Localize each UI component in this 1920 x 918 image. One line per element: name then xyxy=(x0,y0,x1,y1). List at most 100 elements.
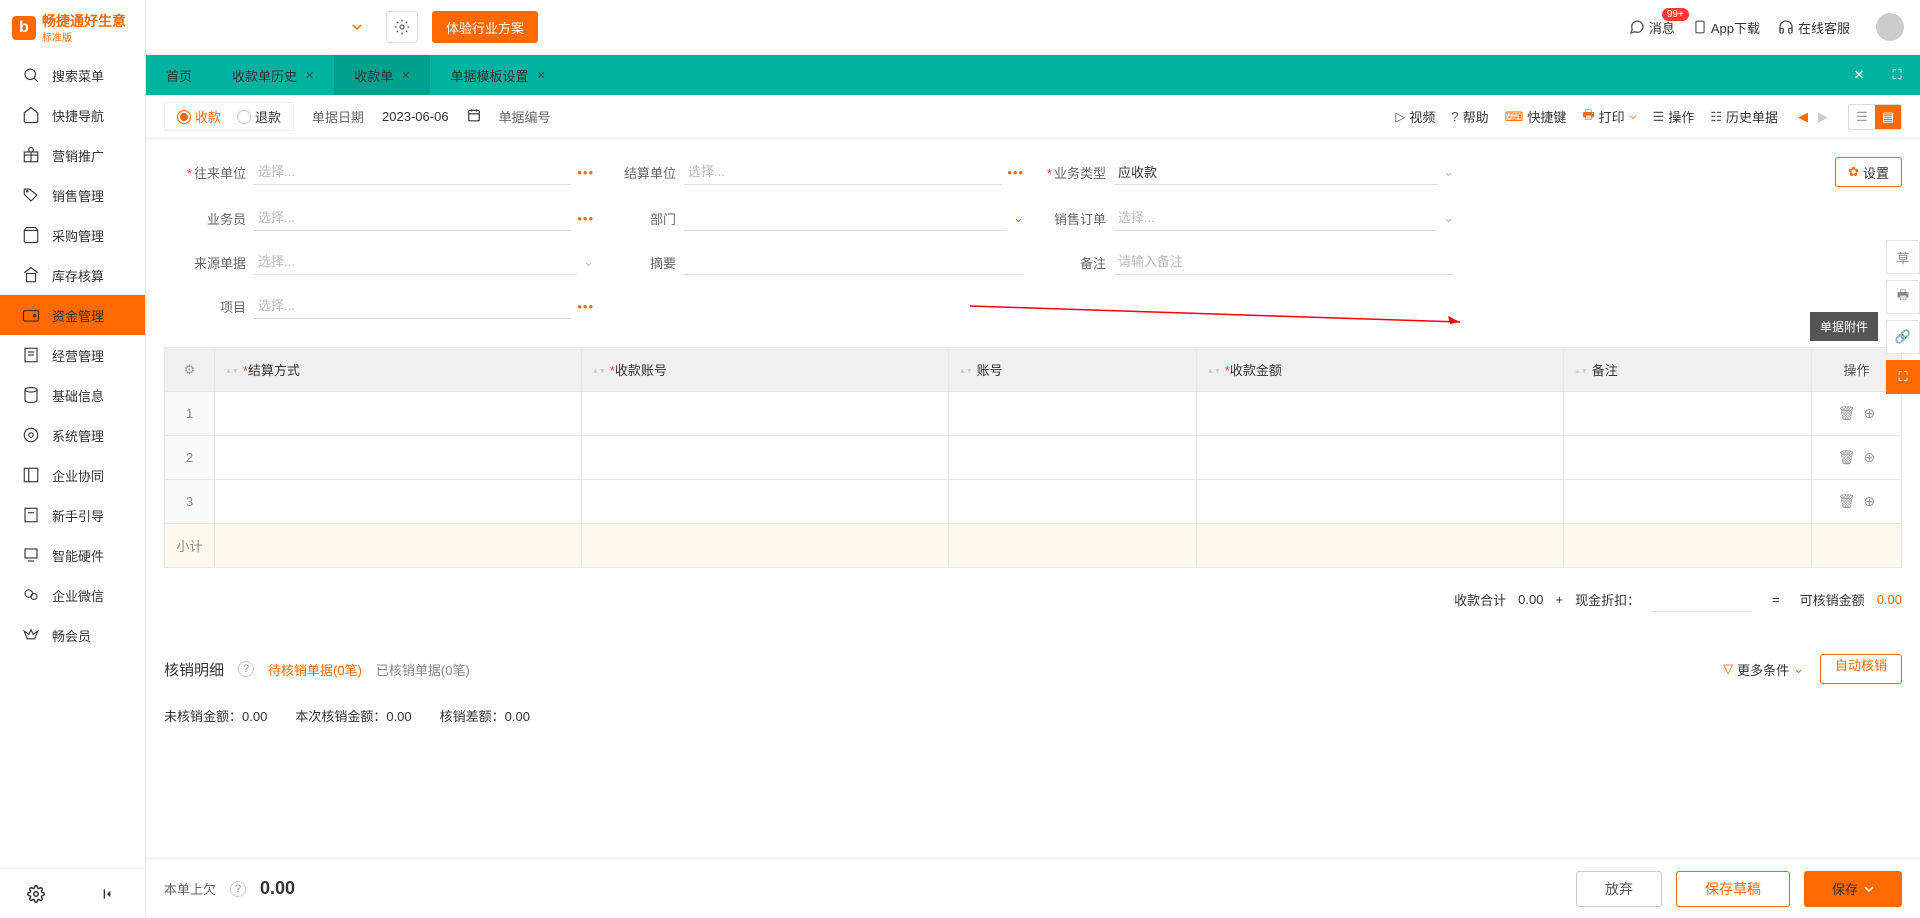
table-settings-icon[interactable]: ⚙ xyxy=(184,362,196,377)
add-row-icon[interactable]: ⊕ xyxy=(1864,449,1876,465)
project-more-icon[interactable]: ••• xyxy=(577,299,594,314)
hw-icon xyxy=(22,546,40,564)
summary-input[interactable] xyxy=(684,249,1024,275)
partner-more-icon[interactable]: ••• xyxy=(577,165,594,180)
close-all-tabs-icon[interactable]: ✕ xyxy=(1844,60,1874,90)
operate-button[interactable]: ☰ 操作 xyxy=(1653,107,1695,126)
brand-name: 畅捷通好生意 xyxy=(42,11,126,31)
save-button[interactable]: 保存 xyxy=(1804,871,1902,907)
sidebar-item-3[interactable]: 销售管理 xyxy=(0,175,145,215)
tab-1[interactable]: 收款单历史✕ xyxy=(212,55,334,95)
sidebar-item-8[interactable]: 基础信息 xyxy=(0,375,145,415)
save-draft-button[interactable]: 保存草稿 xyxy=(1676,871,1790,907)
radio-receipt[interactable]: 收款 xyxy=(177,107,221,126)
settings-gear-icon[interactable] xyxy=(26,884,46,904)
delete-row-icon[interactable]: 🗑 xyxy=(1838,493,1856,509)
col-acct[interactable]: ▲▼*收款账号 xyxy=(581,348,948,392)
messages-button[interactable]: 消息 99+ xyxy=(1629,18,1675,37)
date-value[interactable]: 2023-06-06 xyxy=(382,109,449,124)
docno-label: 单据编号 xyxy=(499,107,551,126)
dept-chevron-icon[interactable]: ⌄ xyxy=(1013,210,1024,226)
sidebar-item-14[interactable]: 畅会员 xyxy=(0,615,145,655)
user-avatar[interactable] xyxy=(1876,13,1904,41)
done-tab[interactable]: 已核销单据(0笔) xyxy=(376,660,470,679)
rail-attachment-icon[interactable]: 🔗 xyxy=(1886,320,1920,354)
sidebar-item-11[interactable]: 新手引导 xyxy=(0,495,145,535)
sidebar-item-10[interactable]: 企业协同 xyxy=(0,455,145,495)
col-amount[interactable]: ▲▼*收款金额 xyxy=(1196,348,1563,392)
try-industry-button[interactable]: 体验行业方案 xyxy=(432,11,538,43)
sidebar-item-1[interactable]: 快捷导航 xyxy=(0,95,145,135)
discount-input[interactable] xyxy=(1652,586,1752,612)
calendar-icon[interactable] xyxy=(467,108,481,125)
history-button[interactable]: ☷ 历史单据 xyxy=(1710,107,1778,126)
col-number[interactable]: ▲▼账号 xyxy=(948,348,1196,392)
shortcut-button[interactable]: ⌨ 快捷键 xyxy=(1505,107,1567,126)
sidebar-item-6[interactable]: 资金管理 xyxy=(0,295,145,335)
tab-0[interactable]: 首页 xyxy=(146,55,212,95)
sidebar-item-7[interactable]: 经营管理 xyxy=(0,335,145,375)
owed-help-icon[interactable]: ? xyxy=(230,881,246,897)
discard-button[interactable]: 放弃 xyxy=(1576,871,1662,907)
order-input[interactable] xyxy=(1114,205,1437,231)
sidebar-item-13[interactable]: 企业微信 xyxy=(0,575,145,615)
help-button[interactable]: ? 帮助 xyxy=(1451,107,1488,126)
project-input[interactable] xyxy=(254,293,571,319)
settle-input[interactable] xyxy=(684,159,1001,185)
partner-input[interactable] xyxy=(254,159,571,185)
view-list-icon[interactable]: ☰ xyxy=(1849,105,1875,129)
delete-row-icon[interactable]: 🗑 xyxy=(1838,449,1856,465)
dept-input[interactable] xyxy=(684,205,1007,231)
fullscreen-icon[interactable]: ⛶ xyxy=(1882,60,1912,90)
next-doc-icon[interactable]: ▶ xyxy=(1814,108,1832,126)
sidebar-item-5[interactable]: 库存核算 xyxy=(0,255,145,295)
help-icon[interactable]: ? xyxy=(238,661,254,677)
tab-3[interactable]: 单据模板设置✕ xyxy=(430,55,565,95)
src-input[interactable] xyxy=(254,249,577,275)
delete-row-icon[interactable]: 🗑 xyxy=(1838,405,1856,421)
table-row[interactable]: 3🗑⊕ xyxy=(165,480,1902,524)
col-method[interactable]: ▲▼*结算方式 xyxy=(215,348,582,392)
sales-input[interactable] xyxy=(254,205,571,231)
rail-print-icon[interactable]: 🖶 xyxy=(1886,280,1920,314)
form-settings-button[interactable]: ✿ 设置 xyxy=(1835,157,1902,187)
sidebar-item-0[interactable]: 搜索菜单 xyxy=(0,55,145,95)
order-chevron-icon[interactable]: ⌄ xyxy=(1443,210,1454,226)
table-row[interactable]: 1🗑⊕ xyxy=(165,392,1902,436)
collapse-sidebar-icon[interactable] xyxy=(99,884,119,904)
tab-close-icon[interactable]: ✕ xyxy=(401,69,410,82)
biztype-chevron-icon[interactable]: ⌄ xyxy=(1443,164,1454,180)
app-download-button[interactable]: App下载 xyxy=(1693,18,1760,37)
topbar-settings-icon[interactable] xyxy=(386,11,418,43)
more-conditions-button[interactable]: ▽ 更多条件 ⌄ xyxy=(1723,660,1804,679)
sidebar-item-2[interactable]: 营销推广 xyxy=(0,135,145,175)
print-button[interactable]: 🖶 打印 xyxy=(1582,106,1636,128)
radio-refund[interactable]: 退款 xyxy=(237,107,281,126)
src-chevron-icon[interactable]: ⌄ xyxy=(583,254,594,270)
remark-input[interactable] xyxy=(1114,249,1454,275)
add-row-icon[interactable]: ⊕ xyxy=(1864,493,1876,509)
sales-more-icon[interactable]: ••• xyxy=(577,211,594,226)
support-button[interactable]: 在线客服 xyxy=(1778,18,1850,37)
auto-writeoff-button[interactable]: 自动核销 xyxy=(1820,654,1902,684)
rail-draft-icon[interactable]: 草 xyxy=(1886,240,1920,274)
tab-close-icon[interactable]: ✕ xyxy=(537,69,546,82)
rail-expand-icon[interactable]: ⛶ xyxy=(1886,360,1920,394)
add-row-icon[interactable]: ⊕ xyxy=(1864,405,1876,421)
wallet-icon xyxy=(22,306,40,324)
col-remark[interactable]: ▲▼备注 xyxy=(1563,348,1811,392)
tab-close-icon[interactable]: ✕ xyxy=(305,69,314,82)
prev-doc-icon[interactable]: ◀ xyxy=(1794,108,1812,126)
video-button[interactable]: ▷ 视频 xyxy=(1395,107,1435,126)
document-toolbar: 收款 退款 单据日期 2023-06-06 单据编号 ▷ 视频 ? 帮助 ⌨ 快… xyxy=(146,95,1920,139)
settle-more-icon[interactable]: ••• xyxy=(1007,165,1024,180)
pending-tab[interactable]: 待核销单据(0笔) xyxy=(268,660,362,679)
table-row[interactable]: 2🗑⊕ xyxy=(165,436,1902,480)
company-selector[interactable] xyxy=(162,11,372,43)
view-card-icon[interactable]: ▤ xyxy=(1875,105,1901,129)
tab-2[interactable]: 收款单✕ xyxy=(334,55,430,95)
sidebar-item-9[interactable]: 系统管理 xyxy=(0,415,145,455)
sidebar-item-12[interactable]: 智能硬件 xyxy=(0,535,145,575)
sidebar-item-4[interactable]: 采购管理 xyxy=(0,215,145,255)
biztype-input[interactable] xyxy=(1114,159,1437,185)
